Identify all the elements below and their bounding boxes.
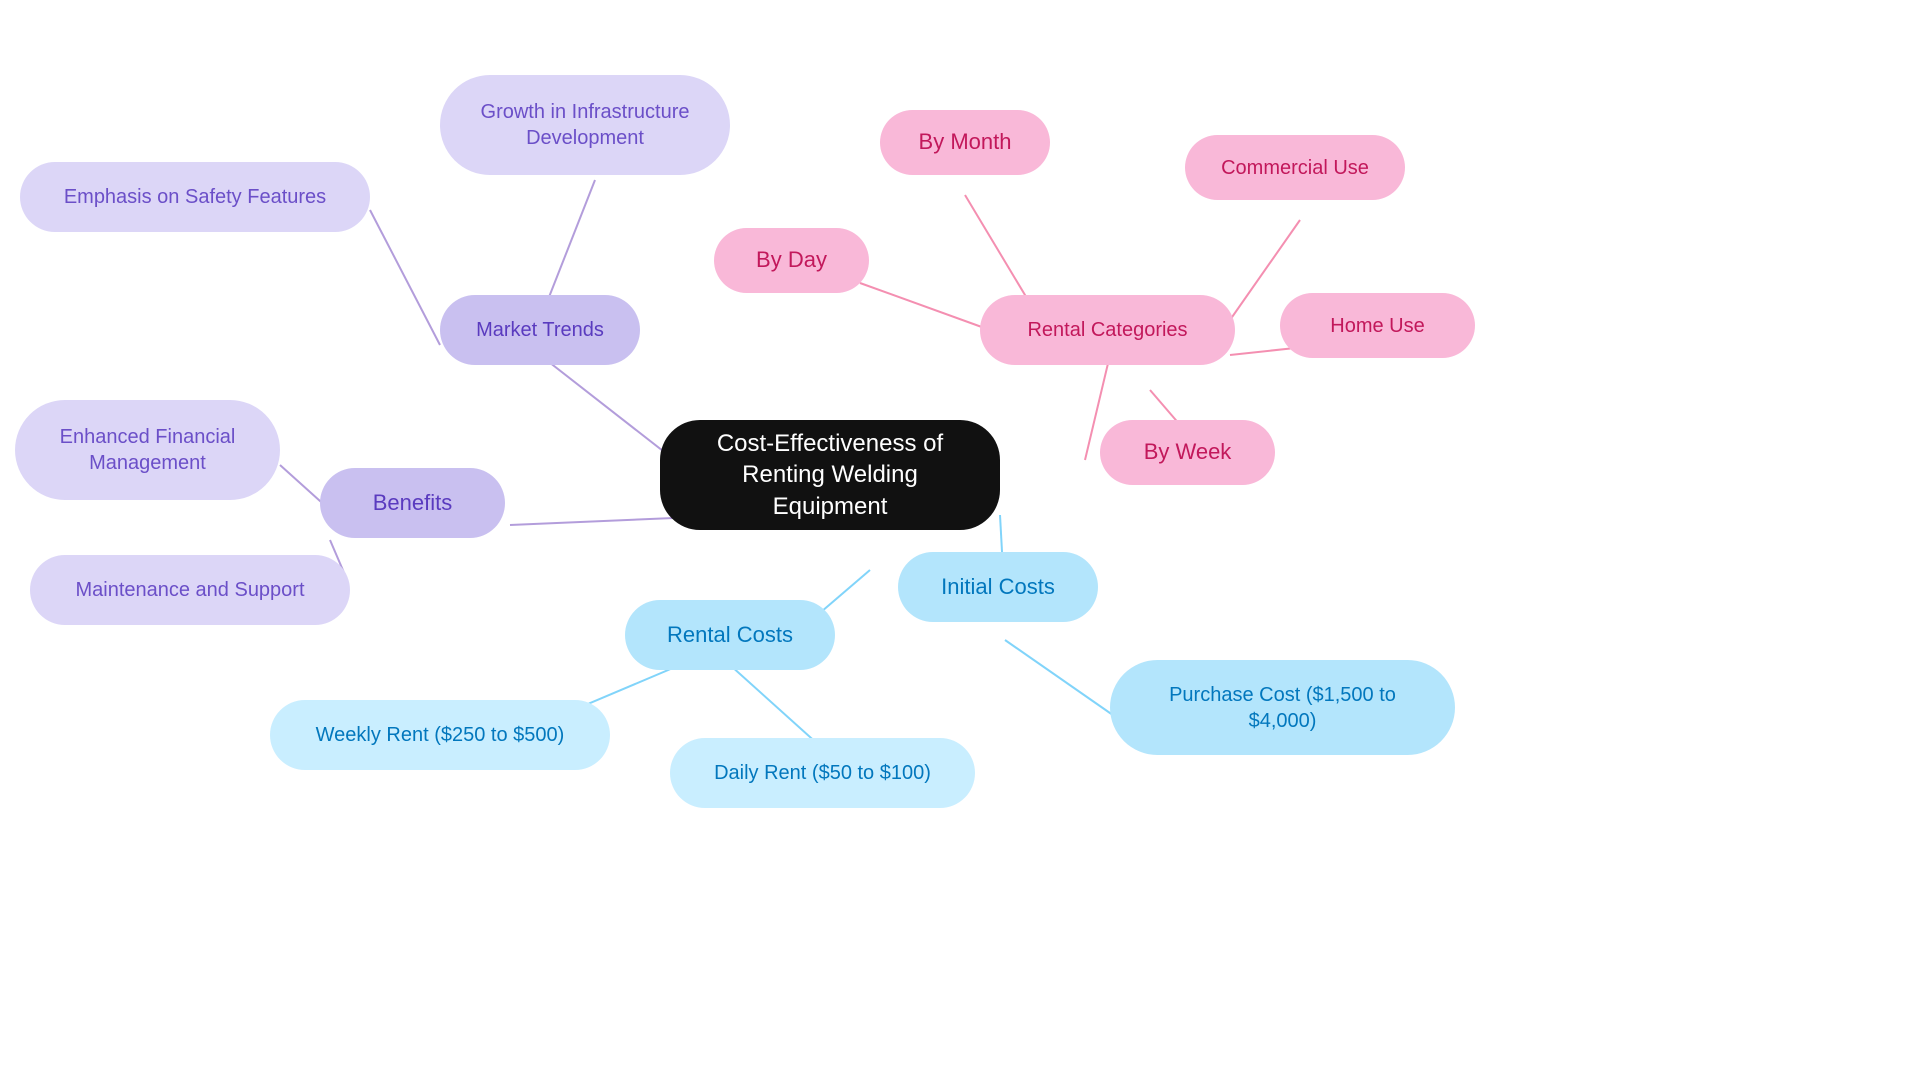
- initial-costs-node[interactable]: Initial Costs: [898, 552, 1098, 622]
- maintenance-support-node[interactable]: Maintenance and Support: [30, 555, 350, 625]
- commercial-use-node[interactable]: Commercial Use: [1185, 135, 1405, 200]
- center-node[interactable]: Cost-Effectiveness of Renting Welding Eq…: [660, 420, 1000, 530]
- purchase-cost-node[interactable]: Purchase Cost ($1,500 to $4,000): [1110, 660, 1455, 755]
- enhanced-financial-node[interactable]: Enhanced Financial Management: [15, 400, 280, 500]
- by-day-node[interactable]: By Day: [714, 228, 869, 293]
- home-use-node[interactable]: Home Use: [1280, 293, 1475, 358]
- market-trends-node[interactable]: Market Trends: [440, 295, 640, 365]
- daily-rent-node[interactable]: Daily Rent ($50 to $100): [670, 738, 975, 808]
- weekly-rent-node[interactable]: Weekly Rent ($250 to $500): [270, 700, 610, 770]
- benefits-node[interactable]: Benefits: [320, 468, 505, 538]
- by-week-node[interactable]: By Week: [1100, 420, 1275, 485]
- emphasis-safety-node[interactable]: Emphasis on Safety Features: [20, 162, 370, 232]
- by-month-node[interactable]: By Month: [880, 110, 1050, 175]
- rental-costs-node[interactable]: Rental Costs: [625, 600, 835, 670]
- growth-infra-node[interactable]: Growth in Infrastructure Development: [440, 75, 730, 175]
- rental-categories-node[interactable]: Rental Categories: [980, 295, 1235, 365]
